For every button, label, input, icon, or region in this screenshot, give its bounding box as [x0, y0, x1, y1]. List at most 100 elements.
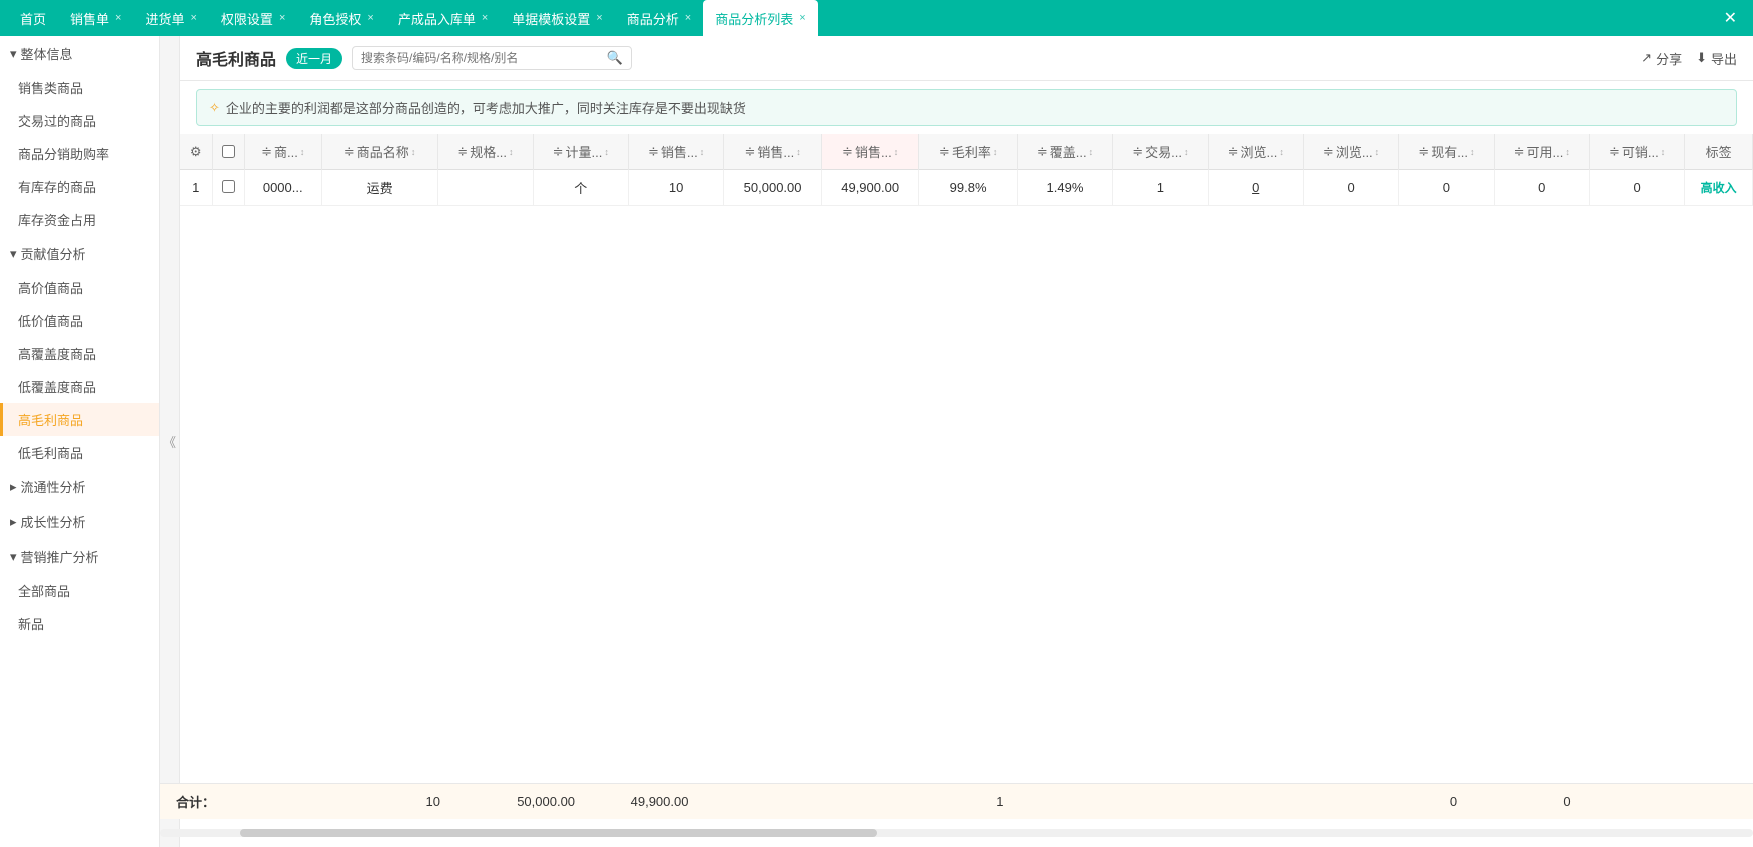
tab-warehouse[interactable]: 产成品入库单 × [386, 0, 500, 36]
col-transaction[interactable]: ≑ 交易... ↕ [1113, 134, 1208, 170]
close-icon[interactable]: × [685, 12, 691, 24]
row-code: 0000... [244, 170, 321, 206]
close-icon[interactable]: × [279, 12, 285, 24]
arrow-down-icon: ▾ [10, 46, 17, 62]
col-available[interactable]: ≑ 可用... ↕ [1494, 134, 1589, 170]
col-view2[interactable]: ≑ 浏览... ↕ [1303, 134, 1398, 170]
close-icon[interactable]: × [799, 12, 805, 24]
share-icon: ↗ [1641, 50, 1652, 66]
table-header-row: ⚙ ≑ 商... ↕ ≑ 商品名称 ↕ ≑ 规格... ↕ [180, 134, 1753, 170]
row-transaction: 1 [1113, 170, 1208, 206]
main-layout: ▾ 整体信息 销售类商品 交易过的商品 商品分销助购率 有库存的商品 库存资金占… [0, 36, 1753, 847]
col-settings[interactable]: ⚙ [180, 134, 212, 170]
header-actions: ↗ 分享 ⬇ 导出 [1641, 49, 1737, 68]
filter-recent-month-button[interactable]: 近一月 [286, 48, 342, 69]
col-sales-qty[interactable]: ≑ 销售... ↕ [628, 134, 723, 170]
sidebar-collapse-button[interactable]: 《 [160, 36, 180, 847]
sidebar-item-traded-goods[interactable]: 交易过的商品 [0, 104, 159, 137]
row-checkbox[interactable] [212, 170, 244, 206]
close-icon[interactable]: × [115, 12, 121, 24]
sidebar-section-overall[interactable]: ▾ 整体信息 [0, 36, 159, 71]
row-margin-rate: 99.8% [919, 170, 1017, 206]
sidebar-item-distribution-rate[interactable]: 商品分销助购率 [0, 137, 159, 170]
col-code[interactable]: ≑ 商... ↕ [244, 134, 321, 170]
share-button[interactable]: ↗ 分享 [1641, 49, 1682, 68]
col-view1[interactable]: ≑ 浏览... ↕ [1208, 134, 1303, 170]
sidebar-item-low-value[interactable]: 低价值商品 [0, 304, 159, 337]
sidebar-item-low-coverage[interactable]: 低覆盖度商品 [0, 370, 159, 403]
arrow-down-icon: ▾ [10, 246, 17, 262]
row-spec [438, 170, 533, 206]
close-icon[interactable]: × [367, 12, 373, 24]
close-icon[interactable]: × [482, 12, 488, 24]
sidebar-section-growth[interactable]: ▸ 成长性分析 [0, 504, 159, 539]
tab-purchase[interactable]: 进货单 × [133, 0, 208, 36]
sidebar-item-new-goods[interactable]: 新品 [0, 607, 159, 640]
tab-goods-analysis[interactable]: 商品分析 × [615, 0, 703, 36]
col-checkbox[interactable] [212, 134, 244, 170]
footer-col15: 0 [1510, 794, 1623, 809]
row-current-stock: 0 [1399, 170, 1494, 206]
sidebar-item-sales-goods[interactable]: 销售类商品 [0, 71, 159, 104]
sidebar-item-high-value[interactable]: 高价值商品 [0, 271, 159, 304]
arrow-right-icon: ▸ [10, 514, 17, 530]
col-current-stock[interactable]: ≑ 现有... ↕ [1399, 134, 1494, 170]
col-spec[interactable]: ≑ 规格... ↕ [438, 134, 533, 170]
footer-col7: 49,900.00 [603, 794, 716, 809]
sidebar-item-low-margin[interactable]: 低毛利商品 [0, 436, 159, 469]
tab-goods-analysis-list[interactable]: 商品分析列表 × [703, 0, 817, 36]
row-tag: 高收入 [1685, 170, 1753, 206]
search-icon[interactable]: 🔍 [607, 50, 623, 66]
sidebar-section-liquidity[interactable]: ▸ 流通性分析 [0, 469, 159, 504]
row-coverage: 1.49% [1017, 170, 1112, 206]
row-sales-amount: 50,000.00 [724, 170, 822, 206]
row-goods-name[interactable]: 运费 [321, 170, 437, 206]
footer-col6: 50,000.00 [489, 794, 602, 809]
footer-total: 合计： 10 50,000.00 49,900.00 1 0 0 [160, 783, 1753, 819]
sidebar: ▾ 整体信息 销售类商品 交易过的商品 商品分销助购率 有库存的商品 库存资金占… [0, 36, 160, 847]
row-select-checkbox[interactable] [222, 180, 235, 193]
goods-table: ⚙ ≑ 商... ↕ ≑ 商品名称 ↕ ≑ 规格... ↕ [180, 134, 1753, 206]
row-sales-profit: 49,900.00 [821, 170, 919, 206]
col-tag[interactable]: 标签 [1685, 134, 1753, 170]
col-unit[interactable]: ≑ 计量... ↕ [533, 134, 628, 170]
row-num: 1 [180, 170, 212, 206]
sidebar-item-all-goods[interactable]: 全部商品 [0, 574, 159, 607]
tip-banner: ✧ 企业的主要的利润都是这部分商品创造的，可考虑加大推广，同时关注库存是不要出现… [196, 89, 1737, 126]
search-box: 🔍 [352, 46, 632, 70]
col-coverage[interactable]: ≑ 覆盖... ↕ [1017, 134, 1112, 170]
chevron-left-icon: 《 [163, 432, 176, 451]
tab-template[interactable]: 单据模板设置 × [500, 0, 614, 36]
close-icon[interactable]: × [190, 12, 196, 24]
footer-col10: 1 [943, 794, 1056, 809]
col-sales-profit[interactable]: ≑ 销售... ↕ [821, 134, 919, 170]
tab-homepage[interactable]: 首页 [8, 0, 58, 36]
select-all-checkbox[interactable] [222, 145, 235, 158]
search-input[interactable] [361, 51, 603, 65]
col-sales-amount[interactable]: ≑ 销售... ↕ [724, 134, 822, 170]
scrollbar-thumb[interactable] [240, 829, 877, 837]
tab-sales[interactable]: 销售单 × [58, 0, 133, 36]
tab-permission[interactable]: 权限设置 × [209, 0, 297, 36]
row-available: 0 [1494, 170, 1589, 206]
sidebar-item-inventory-capital[interactable]: 库存资金占用 [0, 203, 159, 236]
row-view2: 0 [1303, 170, 1398, 206]
col-name[interactable]: ≑ 商品名称 ↕ [321, 134, 437, 170]
page-title: 高毛利商品 [196, 46, 276, 70]
sidebar-item-high-coverage[interactable]: 高覆盖度商品 [0, 337, 159, 370]
col-margin-rate[interactable]: ≑ 毛利率 ↕ [919, 134, 1017, 170]
row-sellable: 0 [1589, 170, 1684, 206]
horizontal-scrollbar[interactable] [160, 829, 1753, 837]
sidebar-item-inventory-goods[interactable]: 有库存的商品 [0, 170, 159, 203]
row-view1[interactable]: 0 [1208, 170, 1303, 206]
col-sellable[interactable]: ≑ 可销... ↕ [1589, 134, 1684, 170]
tab-role[interactable]: 角色授权 × [297, 0, 385, 36]
sidebar-item-high-margin[interactable]: 高毛利商品 [0, 403, 159, 436]
sidebar-section-contribution[interactable]: ▾ 贡献值分析 [0, 236, 159, 271]
footer-col14: 0 [1397, 794, 1510, 809]
export-button[interactable]: ⬇ 导出 [1696, 49, 1737, 68]
sidebar-section-marketing[interactable]: ▾ 营销推广分析 [0, 539, 159, 574]
content-header: 高毛利商品 近一月 🔍 ↗ 分享 ⬇ 导出 [180, 36, 1753, 81]
close-window-button[interactable]: ✕ [1716, 8, 1745, 28]
close-icon[interactable]: × [596, 12, 602, 24]
